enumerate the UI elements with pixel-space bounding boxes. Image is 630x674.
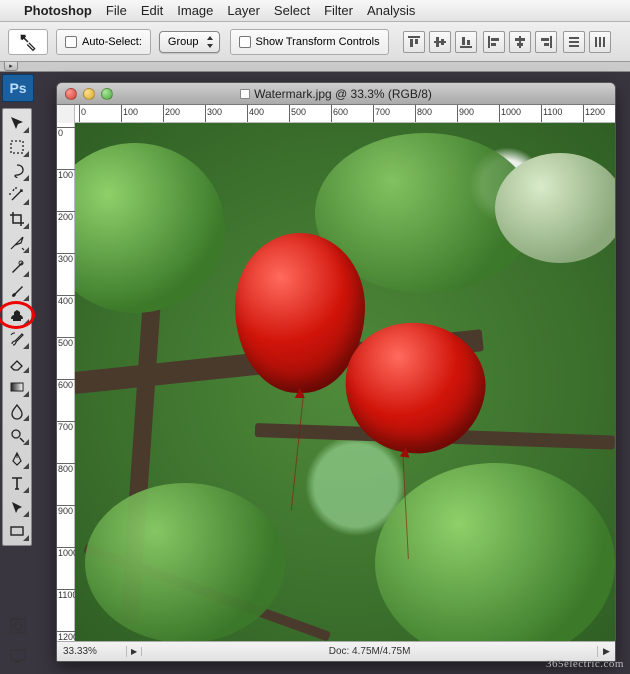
window-titlebar[interactable]: Watermark.jpg @ 33.3% (RGB/8) <box>57 83 615 105</box>
show-transform-checkbox[interactable] <box>239 36 251 48</box>
rectangle-tool[interactable] <box>4 520 30 542</box>
path-selection-tool[interactable] <box>4 496 30 518</box>
align-buttons-group-1 <box>403 31 477 53</box>
align-buttons-group-2 <box>483 31 557 53</box>
menu-image[interactable]: Image <box>177 3 213 18</box>
zoom-level[interactable]: 33.33% <box>57 646 127 657</box>
options-bar: Auto-Select: Group Show Transform Contro… <box>0 22 630 62</box>
crop-tool[interactable] <box>4 208 30 230</box>
app-menu[interactable]: Photoshop <box>24 3 92 18</box>
eraser-tool[interactable] <box>4 352 30 374</box>
type-tool[interactable] <box>4 472 30 494</box>
proxy-icon[interactable] <box>240 89 250 99</box>
toolbox <box>2 108 32 546</box>
align-bottom-icon[interactable] <box>455 31 477 53</box>
screen-mode-icon[interactable] <box>5 645 31 667</box>
lasso-tool[interactable] <box>4 160 30 182</box>
slice-tool[interactable] <box>4 232 30 254</box>
menu-filter[interactable]: Filter <box>324 3 353 18</box>
menu-analysis[interactable]: Analysis <box>367 3 415 18</box>
history-brush-tool[interactable] <box>4 328 30 350</box>
shelf-expand-icon[interactable] <box>4 62 18 71</box>
blur-tool[interactable] <box>4 400 30 422</box>
zoom-menu-icon[interactable]: ▶ <box>127 647 142 656</box>
align-hcenter-icon[interactable] <box>509 31 531 53</box>
document-window: Watermark.jpg @ 33.3% (RGB/8) 0100200300… <box>56 82 616 662</box>
healing-brush-tool[interactable] <box>4 256 30 278</box>
pen-tool[interactable] <box>4 448 30 470</box>
window-title: Watermark.jpg @ 33.3% (RGB/8) <box>57 87 615 101</box>
menu-edit[interactable]: Edit <box>141 3 163 18</box>
auto-select-label: Auto-Select: <box>82 36 142 48</box>
magic-wand-tool[interactable] <box>4 184 30 206</box>
menu-layer[interactable]: Layer <box>227 3 260 18</box>
status-menu-icon[interactable]: ▶ <box>597 646 615 657</box>
horizontal-ruler[interactable]: 0100200300400500600700800900100011001200 <box>75 105 615 122</box>
align-right-icon[interactable] <box>535 31 557 53</box>
options-shelf <box>0 62 630 72</box>
marquee-tool[interactable] <box>4 136 30 158</box>
status-bar: 33.33% ▶ Doc: 4.75M/4.75M ▶ <box>57 641 615 661</box>
photoshop-badge[interactable]: Ps <box>2 74 34 102</box>
quick-mask-icon[interactable] <box>5 615 31 637</box>
distribute-1-icon[interactable] <box>563 31 585 53</box>
distribute-2-icon[interactable] <box>589 31 611 53</box>
tool-preset-picker[interactable] <box>8 29 48 55</box>
align-vcenter-icon[interactable] <box>429 31 451 53</box>
align-left-icon[interactable] <box>483 31 505 53</box>
distribute-buttons-group <box>563 31 611 53</box>
gradient-tool[interactable] <box>4 376 30 398</box>
move-tool[interactable] <box>4 112 30 134</box>
dodge-tool[interactable] <box>4 424 30 446</box>
vertical-ruler[interactable]: 0100200300400500600700800900100011001200 <box>57 123 75 641</box>
brush-tool[interactable] <box>4 280 30 302</box>
auto-select-checkbox[interactable] <box>65 36 77 48</box>
image-content <box>75 123 615 641</box>
clone-stamp-tool[interactable] <box>4 304 30 326</box>
align-top-icon[interactable] <box>403 31 425 53</box>
doc-size[interactable]: Doc: 4.75M/4.75M <box>142 646 597 657</box>
show-transform-label: Show Transform Controls <box>256 36 380 48</box>
menu-file[interactable]: File <box>106 3 127 18</box>
ruler-origin[interactable] <box>57 105 75 123</box>
canvas[interactable] <box>75 123 615 641</box>
auto-select-target[interactable]: Group <box>159 31 220 53</box>
watermark-credit: 365electric.com <box>546 658 624 670</box>
menu-select[interactable]: Select <box>274 3 310 18</box>
show-transform-option[interactable]: Show Transform Controls <box>230 29 389 55</box>
auto-select-option[interactable]: Auto-Select: <box>56 29 151 55</box>
mac-menubar: Photoshop File Edit Image Layer Select F… <box>0 0 630 22</box>
